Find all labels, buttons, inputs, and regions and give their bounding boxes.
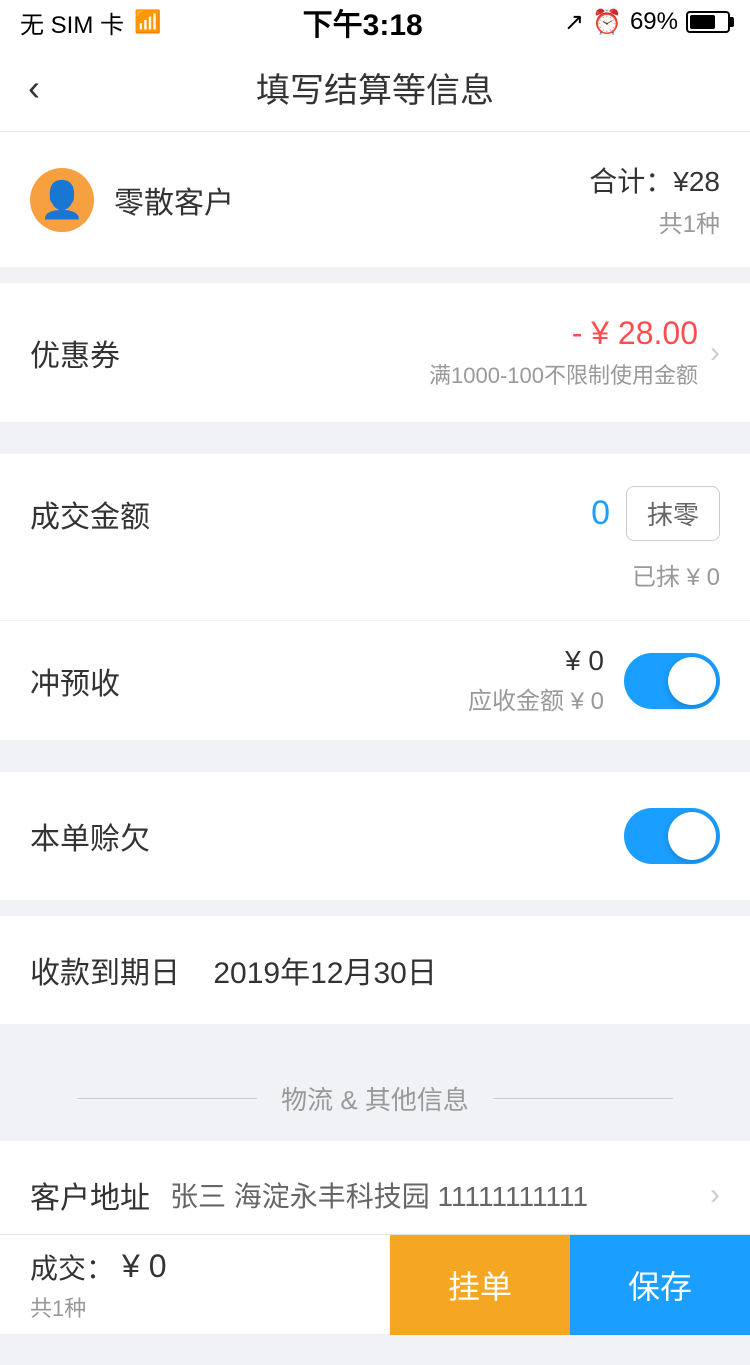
deal-value[interactable]: 0 [591,494,610,533]
deal-row: 成交金额 0 抹零 [0,454,750,557]
coupon-description: 满1000-100不限制使用金额 [429,358,698,390]
pending-button[interactable]: 挂单 [390,1235,570,1335]
logistics-header: 物流 & 其他信息 [0,1056,750,1141]
coupon-right: - ¥ 28.00 满1000-100不限制使用金额 [429,315,698,390]
due-date-value[interactable]: 2019年12月30日 [213,957,436,990]
back-button[interactable]: ‹ [28,67,40,109]
carrier-text: 无 SIM 卡 [20,5,124,40]
prereceive-sub: 应收金额 ¥ 0 [468,681,604,716]
debt-label: 本单赊欠 [30,814,624,858]
debt-toggle[interactable] [624,808,720,864]
toggle-circle-debt [668,812,716,860]
coupon-row[interactable]: 优惠券 - ¥ 28.00 满1000-100不限制使用金额 › [0,283,750,422]
coupon-label: 优惠券 [30,331,429,375]
address-row[interactable]: 客户地址 张三 海淀永丰科技园 11111111111 › [0,1141,750,1249]
customer-total: 合计：¥28 共1种 [589,160,720,239]
save-button[interactable]: 保存 [570,1235,750,1335]
page-title: 填写结算等信息 [256,63,494,112]
deal-value-wrap: 0 抹零 [591,486,720,541]
wifi-icon: 📶 [134,9,161,35]
bottom-deal-label: 成交： [30,1247,114,1287]
customer-row: 👤 零散客户 合计：¥28 共1种 [0,132,750,267]
prereceive-right: ¥ 0 应收金额 ¥ 0 [468,645,604,716]
separator-2 [0,756,750,772]
avatar: 👤 [30,168,94,232]
coupon-discount: - ¥ 28.00 [429,315,698,352]
location-icon: ↗ [564,8,584,37]
address-chevron-icon: › [710,1178,720,1212]
battery-fill [690,15,715,29]
chevron-right-icon: › [710,336,720,370]
bottom-deal-amount: ¥ 0 [122,1248,166,1285]
nav-bar: ‹ 填写结算等信息 [0,44,750,132]
user-icon: 👤 [40,179,85,221]
total-count: 共1种 [589,204,720,239]
prereceive-row: 冲预收 ¥ 0 应收金额 ¥ 0 [0,620,750,740]
status-time: 下午3:18 [303,0,423,44]
battery-percent: 69% [630,8,678,36]
coupon-section[interactable]: 优惠券 - ¥ 28.00 满1000-100不限制使用金额 › [0,283,750,422]
address-value: 张三 海淀永丰科技园 11111111111 [170,1175,710,1215]
bottom-bar: 成交： ¥ 0 共1种 挂单 保存 [0,1234,750,1334]
transaction-section: 成交金额 0 抹零 已抹 ¥ 0 冲预收 ¥ 0 应收金额 ¥ 0 [0,454,750,740]
round-off-button[interactable]: 抹零 [626,486,720,541]
address-section[interactable]: 客户地址 张三 海淀永丰科技园 11111111111 › [0,1141,750,1249]
main-content: 👤 零散客户 合计：¥28 共1种 优惠券 - ¥ 28.00 满1000-10… [0,132,750,1365]
battery-bar [686,11,730,33]
status-right: ↗ ⏰ 69% [564,8,730,37]
separator-3 [0,1040,750,1056]
deal-amount-label: 成交金额 [30,492,591,536]
due-date-label: 收款到期日 2019年12月30日 [30,957,437,990]
prereceive-label: 冲预收 [30,659,468,703]
separator-1 [0,438,750,454]
prereceive-toggle[interactable] [624,653,720,709]
bottom-deal: 成交： ¥ 0 [30,1247,360,1287]
status-bar: 无 SIM 卡 📶 下午3:18 ↗ ⏰ 69% [0,0,750,44]
toggle-circle [668,657,716,705]
debt-section: 本单赊欠 [0,772,750,900]
bottom-info: 成交： ¥ 0 共1种 [0,1247,390,1323]
customer-section: 👤 零散客户 合计：¥28 共1种 [0,132,750,267]
address-label: 客户地址 [30,1173,150,1217]
logistics-text: 物流 & 其他信息 [281,1080,469,1117]
bottom-count: 共1种 [30,1291,360,1323]
status-left: 无 SIM 卡 📶 [20,5,161,40]
prereceive-amount: ¥ 0 [468,645,604,677]
rounded-sub: 已抹 ¥ 0 [0,557,750,620]
customer-name: 零散客户 [114,178,589,222]
alarm-icon: ⏰ [592,8,622,37]
due-date-section: 收款到期日 2019年12月30日 [0,916,750,1024]
total-amount: 合计：¥28 [589,160,720,200]
